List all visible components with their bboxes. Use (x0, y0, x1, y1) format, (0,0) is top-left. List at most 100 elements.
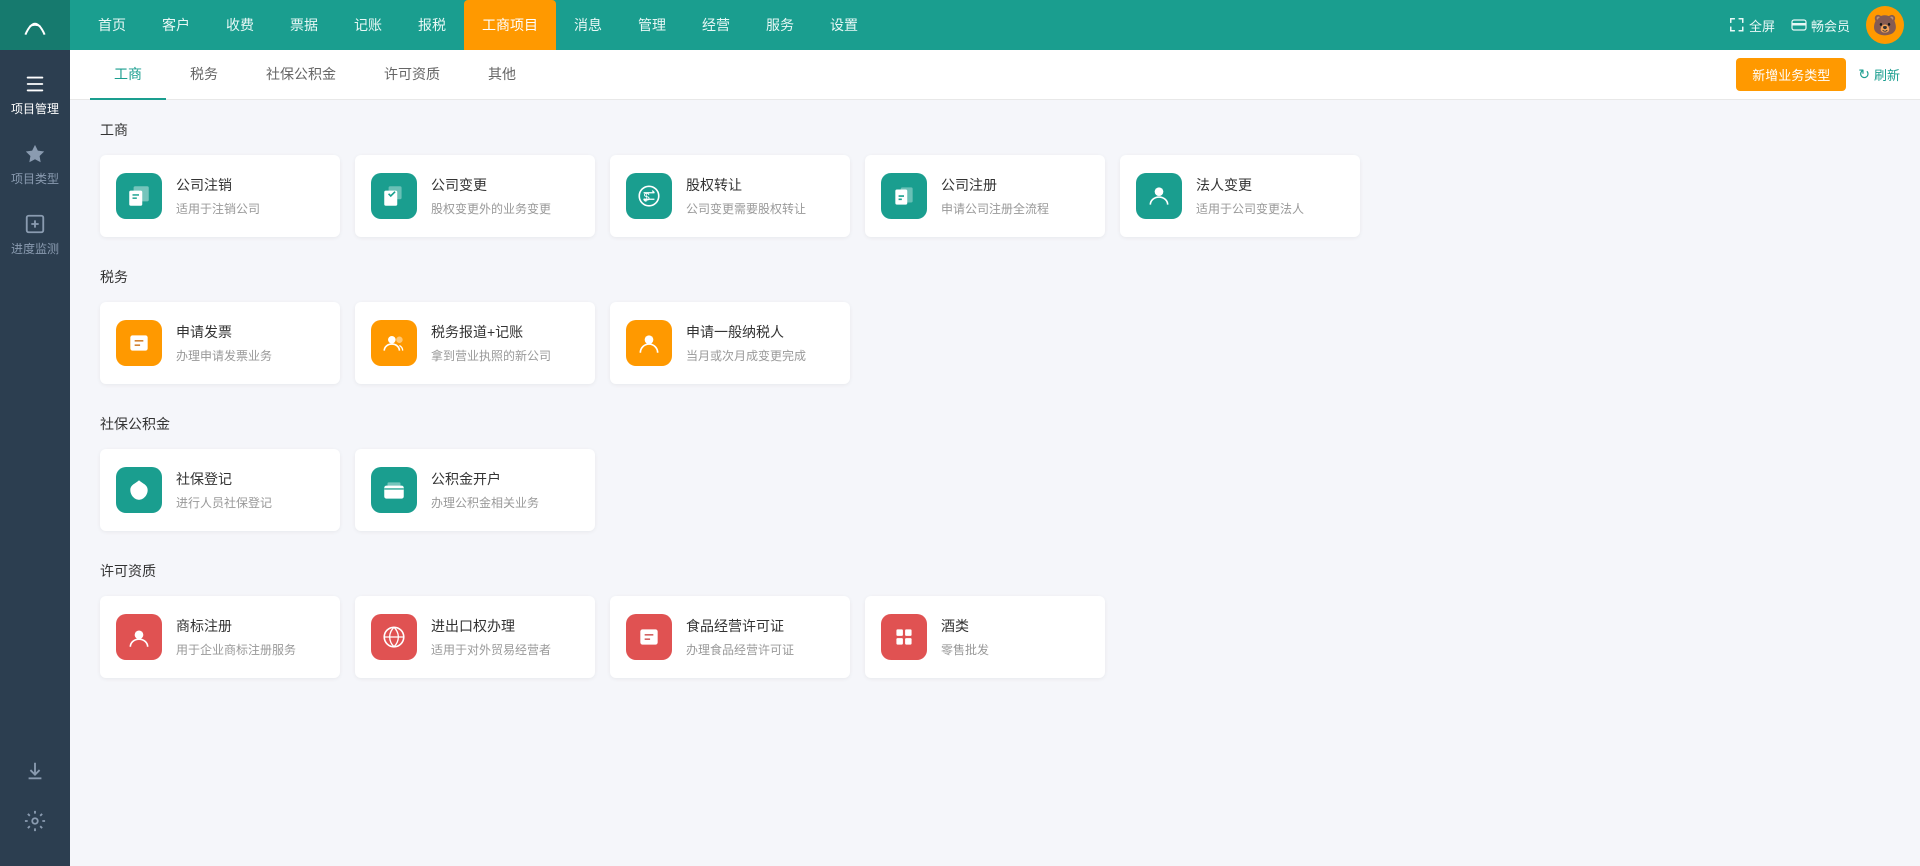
card-info-法人变更: 法人变更适用于公司变更法人 (1196, 175, 1304, 217)
list-icon (24, 73, 46, 95)
cards-grid-税务: 申请发票办理申请发票业务 税务报道+记账拿到营业执照的新公司 申请一般纳税人当月或次… (100, 302, 1890, 384)
card-icon-进出口权办理 (371, 614, 417, 660)
card-社保登记[interactable]: 社保登记进行人员社保登记 (100, 449, 340, 531)
scroll-content: 工商公司注销适用于注销公司公司变更股权变更外的业务变更$股权转让公司变更需要股权… (70, 100, 1920, 866)
nav-item-首页[interactable]: 首页 (80, 0, 144, 50)
card-info-食品经营许可证: 食品经营许可证办理食品经营许可证 (686, 616, 794, 658)
card-公司注册[interactable]: 公司注册申请公司注册全流程 (865, 155, 1105, 237)
progress-icon (24, 213, 46, 235)
sidebar-item-project-management[interactable]: 项目管理 (0, 60, 70, 130)
tab-工商[interactable]: 工商 (90, 50, 166, 100)
nav-items: 首页客户收费票据记账报税工商项目消息管理经营服务设置 (70, 0, 1729, 50)
avatar[interactable]: 🐻 (1866, 6, 1904, 44)
settings-icon (24, 810, 46, 832)
sidebar-item-project-type[interactable]: 项目类型 (0, 130, 70, 200)
card-申请一般纳税人[interactable]: 申请一般纳税人当月或次月成变更完成 (610, 302, 850, 384)
nav-item-票据[interactable]: 票据 (272, 0, 336, 50)
card-name-股权转让: 股权转让 (686, 175, 806, 195)
card-desc-商标注册: 用于企业商标注册服务 (176, 641, 296, 658)
card-name-法人变更: 法人变更 (1196, 175, 1304, 195)
card-股权转让[interactable]: $股权转让公司变更需要股权转让 (610, 155, 850, 237)
new-type-button[interactable]: 新增业务类型 (1736, 58, 1846, 91)
card-info-股权转让: 股权转让公司变更需要股权转让 (686, 175, 806, 217)
nav-item-工商项目[interactable]: 工商项目 (464, 0, 556, 50)
member-btn[interactable]: 畅会员 (1791, 16, 1850, 35)
card-desc-进出口权办理: 适用于对外贸易经营者 (431, 641, 551, 658)
tab-其他[interactable]: 其他 (464, 50, 540, 100)
card-name-税务报道+记账: 税务报道+记账 (431, 322, 551, 342)
cards-grid-工商: 公司注销适用于注销公司公司变更股权变更外的业务变更$股权转让公司变更需要股权转让… (100, 155, 1890, 237)
card-食品经营许可证[interactable]: 食品经营许可证办理食品经营许可证 (610, 596, 850, 678)
nav-right: 全屏 畅会员 🐻 (1729, 6, 1920, 44)
sidebar-label-1: 项目管理 (11, 100, 59, 117)
nav-item-记账[interactable]: 记账 (336, 0, 400, 50)
nav-item-服务[interactable]: 服务 (748, 0, 812, 50)
card-icon-申请一般纳税人 (626, 320, 672, 366)
card-name-食品经营许可证: 食品经营许可证 (686, 616, 794, 636)
card-icon-社保登记 (116, 467, 162, 513)
refresh-button[interactable]: ↻ 刷新 (1858, 65, 1900, 84)
card-公司变更[interactable]: 公司变更股权变更外的业务变更 (355, 155, 595, 237)
card-申请发票[interactable]: 申请发票办理申请发票业务 (100, 302, 340, 384)
card-info-税务报道+记账: 税务报道+记账拿到营业执照的新公司 (431, 322, 551, 364)
download-icon (24, 760, 46, 782)
card-desc-法人变更: 适用于公司变更法人 (1196, 200, 1304, 217)
card-icon-公司变更 (371, 173, 417, 219)
card-icon-酒类 (881, 614, 927, 660)
member-label: 畅会员 (1811, 16, 1850, 35)
refresh-label: 刷新 (1874, 65, 1900, 84)
card-desc-申请发票: 办理申请发票业务 (176, 347, 272, 364)
card-icon-食品经营许可证 (626, 614, 672, 660)
card-酒类[interactable]: 酒类零售批发 (865, 596, 1105, 678)
card-name-公司注册: 公司注册 (941, 175, 1049, 195)
sidebar-label-2: 项目类型 (11, 170, 59, 187)
nav-item-管理[interactable]: 管理 (620, 0, 684, 50)
nav-item-设置[interactable]: 设置 (812, 0, 876, 50)
card-公积金开户[interactable]: 公积金开户办理公积金相关业务 (355, 449, 595, 531)
card-info-商标注册: 商标注册用于企业商标注册服务 (176, 616, 296, 658)
card-商标注册[interactable]: 商标注册用于企业商标注册服务 (100, 596, 340, 678)
cards-grid-社保公积金: 社保登记进行人员社保登记公积金开户办理公积金相关业务 (100, 449, 1890, 531)
card-icon-申请发票 (116, 320, 162, 366)
nav-item-收费[interactable]: 收费 (208, 0, 272, 50)
card-info-进出口权办理: 进出口权办理适用于对外贸易经营者 (431, 616, 551, 658)
sidebar-download-btn[interactable] (0, 746, 70, 796)
card-desc-公司变更: 股权变更外的业务变更 (431, 200, 551, 217)
nav-item-经营[interactable]: 经营 (684, 0, 748, 50)
card-info-申请一般纳税人: 申请一般纳税人当月或次月成变更完成 (686, 322, 806, 364)
fullscreen-label: 全屏 (1749, 16, 1775, 35)
card-公司注销[interactable]: 公司注销适用于注销公司 (100, 155, 340, 237)
card-desc-公积金开户: 办理公积金相关业务 (431, 494, 539, 511)
card-法人变更[interactable]: 法人变更适用于公司变更法人 (1120, 155, 1360, 237)
card-name-申请一般纳税人: 申请一般纳税人 (686, 322, 806, 342)
section-title-许可资质: 许可资质 (100, 561, 1890, 581)
logo-icon (19, 9, 51, 41)
fullscreen-btn[interactable]: 全屏 (1729, 16, 1775, 35)
nav-item-客户[interactable]: 客户 (144, 0, 208, 50)
card-name-商标注册: 商标注册 (176, 616, 296, 636)
card-进出口权办理[interactable]: 进出口权办理适用于对外贸易经营者 (355, 596, 595, 678)
tab-许可资质[interactable]: 许可资质 (360, 50, 464, 100)
card-info-酒类: 酒类零售批发 (941, 616, 989, 658)
nav-item-报税[interactable]: 报税 (400, 0, 464, 50)
card-info-申请发票: 申请发票办理申请发票业务 (176, 322, 272, 364)
refresh-icon: ↻ (1858, 66, 1870, 83)
card-desc-公司注册: 申请公司注册全流程 (941, 200, 1049, 217)
sidebar-item-progress[interactable]: 进度监测 (0, 200, 70, 270)
tab-社保公积金[interactable]: 社保公积金 (242, 50, 360, 100)
section-title-工商: 工商 (100, 120, 1890, 140)
top-nav: 首页客户收费票据记账报税工商项目消息管理经营服务设置 全屏 畅会员 🐻 (0, 0, 1920, 50)
card-name-公司注销: 公司注销 (176, 175, 260, 195)
card-税务报道+记账[interactable]: 税务报道+记账拿到营业执照的新公司 (355, 302, 595, 384)
sidebar-settings-btn[interactable] (0, 796, 70, 846)
sidebar-bottom (0, 746, 70, 866)
card-desc-食品经营许可证: 办理食品经营许可证 (686, 641, 794, 658)
tab-税务[interactable]: 税务 (166, 50, 242, 100)
nav-item-消息[interactable]: 消息 (556, 0, 620, 50)
card-icon-公司注册 (881, 173, 927, 219)
card-name-社保登记: 社保登记 (176, 469, 272, 489)
card-desc-申请一般纳税人: 当月或次月成变更完成 (686, 347, 806, 364)
card-icon-公积金开户 (371, 467, 417, 513)
content-area: 工商税务社保公积金许可资质其他 新增业务类型 ↻ 刷新 工商公司注销适用于注销公… (70, 50, 1920, 866)
star-icon (24, 143, 46, 165)
